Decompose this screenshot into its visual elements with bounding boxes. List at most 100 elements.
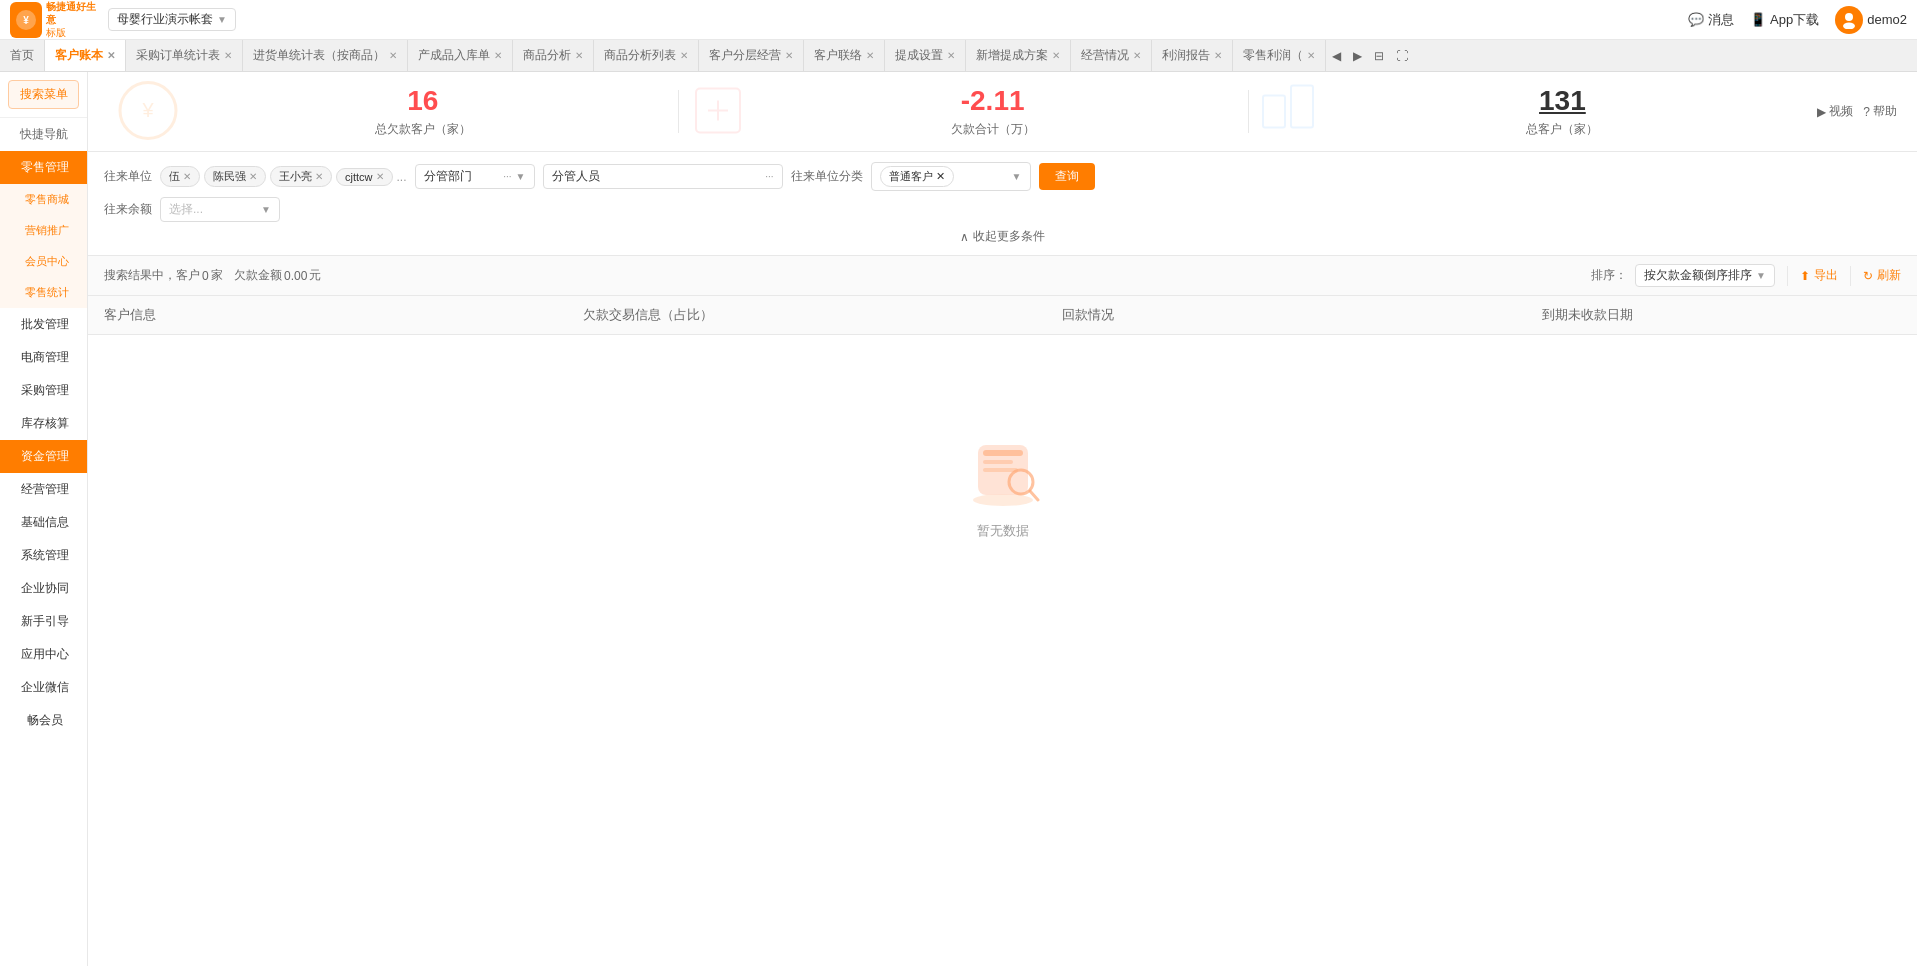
unit-tag-wu-close-icon[interactable]: ✕	[183, 171, 191, 182]
tab-purchase-stats[interactable]: 进货单统计表（按商品） ✕	[243, 40, 408, 72]
tab-product-analysis-list-close-icon[interactable]: ✕	[680, 50, 688, 61]
sidebar-item-marketing[interactable]: 营销推广	[0, 215, 87, 246]
message-btn[interactable]: 💬 消息	[1688, 11, 1734, 29]
collapse-label: 收起更多条件	[973, 228, 1045, 245]
sidebar-item-system-label: 系统管理	[21, 548, 69, 562]
table-area: 客户信息 欠款交易信息（占比） 回款情况 到期未收款日期	[88, 296, 1917, 966]
video-help-btn[interactable]: ▶ 视频	[1817, 103, 1853, 120]
unit-tags-area: 伍 ✕ 陈民强 ✕ 王小亮 ✕ cjttcw ✕ ...	[160, 166, 407, 187]
unit-tag-chen-label: 陈民强	[213, 169, 246, 184]
unit-class-tag[interactable]: 普通客户 ✕	[880, 166, 954, 187]
sidebar-item-enterprise[interactable]: 企业协同	[0, 572, 87, 605]
sidebar-item-basic[interactable]: 基础信息	[0, 506, 87, 539]
unit-tag-wang-close-icon[interactable]: ✕	[315, 171, 323, 182]
tab-retail-profit-close-icon[interactable]: ✕	[1307, 50, 1315, 61]
query-button[interactable]: 查询	[1039, 163, 1095, 190]
stat-credit-customers: ¥ 16 总欠款客户（家）	[108, 85, 678, 138]
tab-product-analysis-list-label: 商品分析列表	[604, 47, 676, 64]
tab-profit-report[interactable]: 利润报告 ✕	[1152, 40, 1233, 72]
export-btn[interactable]: ⬆ 导出	[1800, 267, 1838, 284]
person-filter-input[interactable]: 分管人员 ···	[543, 164, 783, 189]
sidebar-item-member[interactable]: 会员中心	[0, 246, 87, 277]
content-area: ¥ 16 总欠款客户（家） -2.11	[88, 72, 1917, 966]
tab-purchase-order-label: 采购订单统计表	[136, 47, 220, 64]
unit-tag-wu[interactable]: 伍 ✕	[160, 166, 200, 187]
tab-product-analysis-list[interactable]: 商品分析列表 ✕	[594, 40, 699, 72]
sidebar-item-wholesale-label: 批发管理	[21, 317, 69, 331]
tab-new-promotion[interactable]: 新增提成方案 ✕	[966, 40, 1071, 72]
unit-tag-cjttcw-close-icon[interactable]: ✕	[376, 171, 384, 182]
sidebar-item-retail-stats[interactable]: 零售统计	[0, 277, 87, 308]
collapse-filters-btn[interactable]: ∧ 收起更多条件	[104, 228, 1901, 245]
sidebar-item-new-guide[interactable]: 新手引导	[0, 605, 87, 638]
sidebar-item-finance[interactable]: 资金管理	[0, 440, 87, 473]
app-download-btn[interactable]: 📱 App下载	[1750, 11, 1819, 29]
sidebar-item-app-center[interactable]: 应用中心	[0, 638, 87, 671]
unit-class-tag-close-icon[interactable]: ✕	[936, 170, 945, 183]
tab-fullscreen-btn[interactable]: ⛶	[1390, 40, 1414, 72]
tab-next-btn[interactable]: ▶	[1347, 40, 1368, 72]
tab-prev-btn[interactable]: ◀	[1326, 40, 1347, 72]
tab-purchase-stats-close-icon[interactable]: ✕	[389, 50, 397, 61]
sidebar-item-purchase[interactable]: 采购管理	[0, 374, 87, 407]
dept-filter-select[interactable]: 分管部门 ··· ▼	[415, 164, 535, 189]
tab-purchase-order-close-icon[interactable]: ✕	[224, 50, 232, 61]
tab-product-analysis[interactable]: 商品分析 ✕	[513, 40, 594, 72]
sidebar-item-wholesale[interactable]: 批发管理	[0, 308, 87, 341]
sidebar-item-retail-mall[interactable]: 零售商城	[0, 184, 87, 215]
sidebar-item-ecommerce[interactable]: 电商管理	[0, 341, 87, 374]
tab-product-inbound[interactable]: 产成品入库单 ✕	[408, 40, 513, 72]
tab-home[interactable]: 首页	[0, 40, 45, 72]
tab-accounts-label: 客户账本	[55, 47, 103, 64]
tab-retail-profit[interactable]: 零售利润（ ✕	[1233, 40, 1326, 72]
search-result-prefix: 搜索结果中，客户	[104, 267, 200, 284]
unit-tag-chen[interactable]: 陈民强 ✕	[204, 166, 266, 187]
tab-purchase-order[interactable]: 采购订单统计表 ✕	[126, 40, 243, 72]
tab-business-close-icon[interactable]: ✕	[1133, 50, 1141, 61]
tab-product-analysis-close-icon[interactable]: ✕	[575, 50, 583, 61]
tab-customer-tier[interactable]: 客户分层经营 ✕	[699, 40, 804, 72]
sidebar-item-vip-member[interactable]: 畅会员	[0, 704, 87, 737]
filter-area: 往来单位 伍 ✕ 陈民强 ✕ 王小亮 ✕ cjttcw	[88, 152, 1917, 256]
refresh-btn[interactable]: ↻ 刷新	[1863, 267, 1901, 284]
tab-promotion-settings[interactable]: 提成设置 ✕	[885, 40, 966, 72]
sidebar-item-enterprise-wechat[interactable]: 企业微信	[0, 671, 87, 704]
tab-customer-tier-close-icon[interactable]: ✕	[785, 50, 793, 61]
svg-rect-14	[983, 460, 1013, 464]
svg-rect-9	[1263, 95, 1285, 127]
svg-point-2	[1845, 13, 1853, 21]
unit-class-chevron-icon: ▼	[1012, 171, 1022, 182]
unit-class-filter-select[interactable]: 普通客户 ✕ ▼	[871, 162, 1031, 191]
user-avatar-area[interactable]: demo2	[1835, 6, 1907, 34]
sidebar-search-btn[interactable]: 搜索菜单	[8, 80, 79, 109]
tab-accounts-close-icon[interactable]: ✕	[107, 50, 115, 61]
sidebar-quick-nav-btn[interactable]: 快捷导航	[0, 117, 87, 151]
unit-tags-more[interactable]: ...	[397, 170, 407, 184]
col-credit-info: 欠款交易信息（占比）	[583, 306, 1062, 324]
unit-tag-chen-close-icon[interactable]: ✕	[249, 171, 257, 182]
unit-tag-cjttcw[interactable]: cjttcw ✕	[336, 168, 393, 186]
sidebar-item-system[interactable]: 系统管理	[0, 539, 87, 572]
sidebar-item-inventory[interactable]: 库存核算	[0, 407, 87, 440]
tab-promotion-settings-close-icon[interactable]: ✕	[947, 50, 955, 61]
remainder-filter-select[interactable]: 选择... ▼	[160, 197, 280, 222]
sidebar-item-operations[interactable]: 经营管理	[0, 473, 87, 506]
tab-accounts[interactable]: 客户账本 ✕	[45, 40, 126, 72]
refresh-label: 刷新	[1877, 267, 1901, 284]
account-dropdown[interactable]: 母婴行业演示帐套 ▼	[108, 8, 236, 31]
credit-customers-number: 16	[375, 85, 471, 117]
tab-new-promotion-close-icon[interactable]: ✕	[1052, 50, 1060, 61]
help-btn[interactable]: ? 帮助	[1863, 103, 1897, 120]
unit-tag-wang[interactable]: 王小亮 ✕	[270, 166, 332, 187]
tab-expand-btn[interactable]: ⊟	[1368, 40, 1390, 72]
tab-customer-contact-close-icon[interactable]: ✕	[866, 50, 874, 61]
tab-customer-contact[interactable]: 客户联络 ✕	[804, 40, 885, 72]
sidebar-item-retail[interactable]: 零售管理	[0, 151, 87, 184]
unit-tag-cjttcw-label: cjttcw	[345, 171, 373, 183]
tab-business[interactable]: 经营情况 ✕	[1071, 40, 1152, 72]
sort-select-dropdown[interactable]: 按欠款金额倒序排序 ▼	[1635, 264, 1775, 287]
tab-profit-report-close-icon[interactable]: ✕	[1214, 50, 1222, 61]
username-label: demo2	[1867, 12, 1907, 27]
sidebar-item-new-guide-label: 新手引导	[21, 614, 69, 628]
tab-product-inbound-close-icon[interactable]: ✕	[494, 50, 502, 61]
